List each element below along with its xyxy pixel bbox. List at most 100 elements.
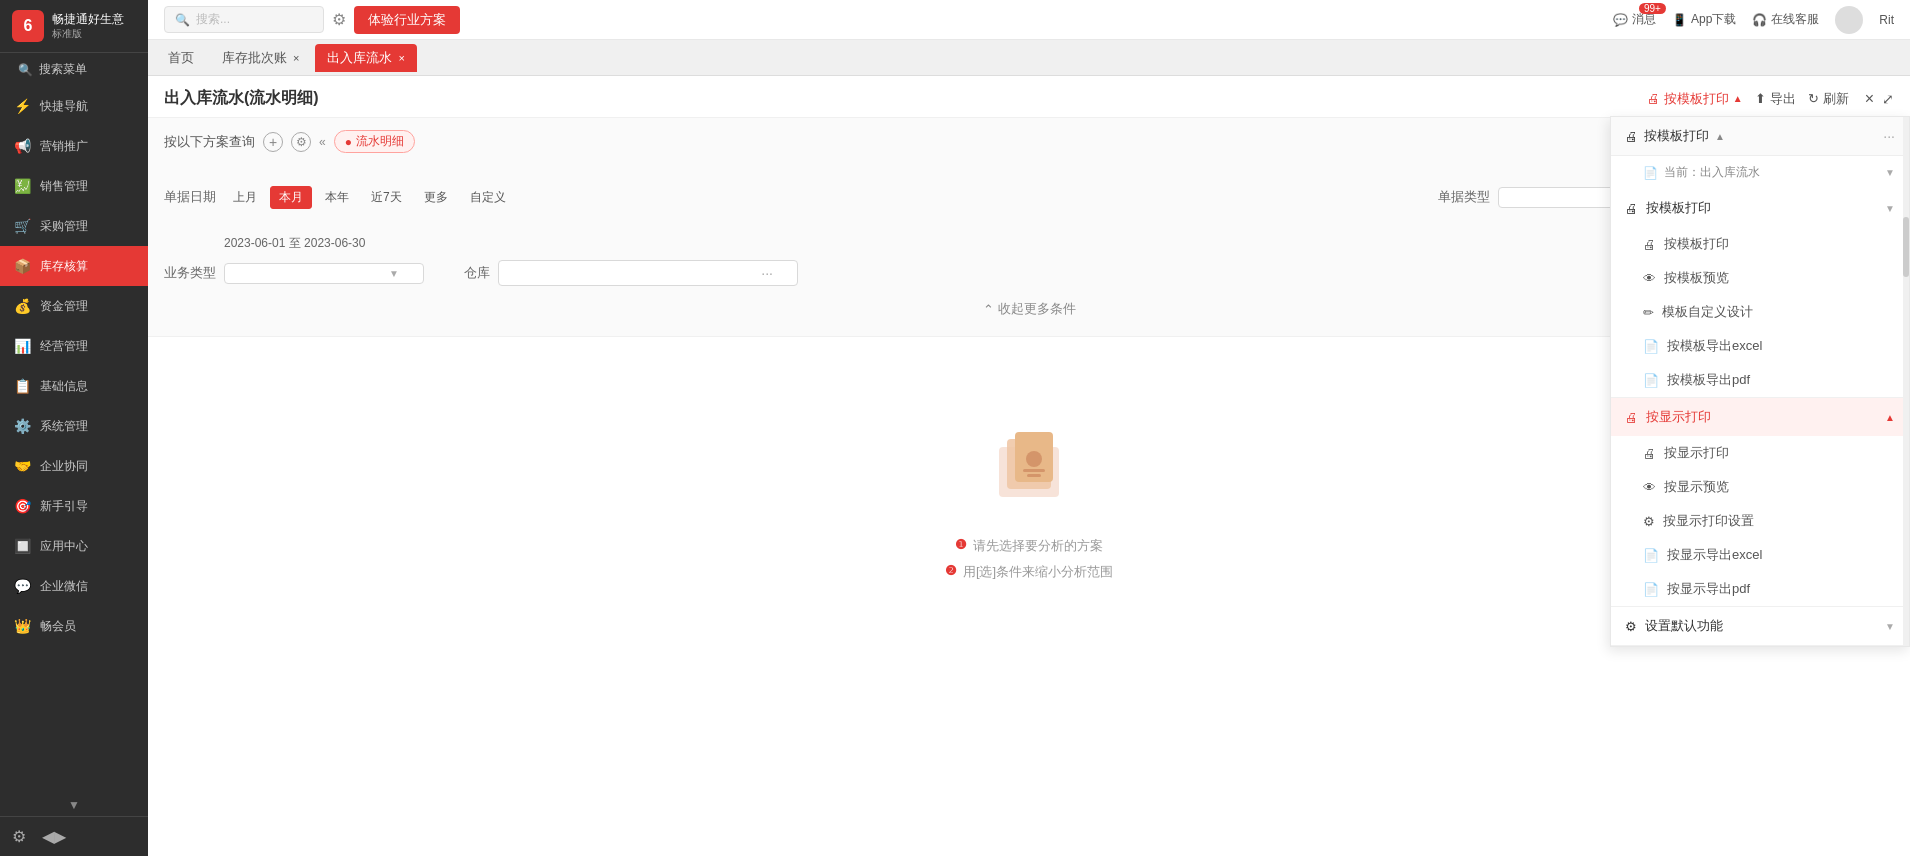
- sidebar-item-wechat[interactable]: 💬 企业微信: [0, 566, 148, 606]
- sidebar-nav: ⚡ 快捷导航 📢 营销推广 💹 销售管理 🛒 采购管理 📦 库存核算 💰 资金管…: [0, 86, 148, 794]
- username-label: Rit: [1879, 13, 1894, 27]
- wechat-icon: 💬: [12, 576, 32, 596]
- panel-display-export-pdf[interactable]: 📄 按显示导出pdf: [1611, 572, 1909, 606]
- sidebar-item-operation[interactable]: 📊 经营管理: [0, 326, 148, 366]
- topbar-search[interactable]: 🔍 搜索...: [164, 6, 324, 33]
- tabs-bar: 首页 库存批次账 × 出入库流水 ×: [148, 40, 1910, 76]
- print-expand-icon: ▲: [1733, 93, 1743, 104]
- panel-item-excel-icon: 📄: [1643, 339, 1659, 354]
- panel-default-arrow: ▼: [1885, 621, 1895, 632]
- panel-template-custom[interactable]: ✏ 模板自定义设计: [1611, 295, 1909, 329]
- fold-icon[interactable]: ◀▶: [42, 827, 66, 846]
- panel-scrollbar-thumb[interactable]: [1903, 217, 1909, 277]
- panel-template-export-excel[interactable]: 📄 按模板导出excel: [1611, 329, 1909, 363]
- filter-date-item: 单据日期 上月 本月 本年 近7天 更多 自定义: [164, 186, 515, 209]
- avatar[interactable]: [1835, 6, 1863, 34]
- biz-type-label: 业务类型: [164, 264, 216, 282]
- printer-icon: 🖨: [1647, 91, 1660, 106]
- panel-display-excel-icon: 📄: [1643, 548, 1659, 563]
- filter-collapse-button[interactable]: «: [319, 135, 326, 149]
- marketing-icon: 📢: [12, 136, 32, 156]
- panel-template-export-pdf[interactable]: 📄 按模板导出pdf: [1611, 363, 1909, 397]
- filter-add-button[interactable]: +: [263, 132, 283, 152]
- search-icon: 🔍: [18, 63, 33, 77]
- sidebar-item-inventory[interactable]: 📦 库存核算: [0, 246, 148, 286]
- sidebar-item-appstore[interactable]: 🔲 应用中心: [0, 526, 148, 566]
- refresh-btn[interactable]: ↻ 刷新: [1808, 90, 1849, 108]
- panel-section-display-header[interactable]: 🖨 按显示打印 ▲: [1611, 398, 1909, 436]
- panel-template-print-action[interactable]: 🖨 按模板打印: [1611, 227, 1909, 261]
- sidebar-scroll-down[interactable]: ▼: [0, 794, 148, 816]
- finance-icon: 💰: [12, 296, 32, 316]
- tab-home[interactable]: 首页: [156, 44, 206, 72]
- panel-display-eye-icon: 👁: [1643, 480, 1656, 495]
- sidebar-item-collab[interactable]: 🤝 企业协同: [0, 446, 148, 486]
- panel-options-icon[interactable]: ···: [1883, 128, 1895, 144]
- sidebar-item-vip[interactable]: 👑 畅会员: [0, 606, 148, 646]
- empty-illustration: [979, 417, 1079, 517]
- date-btn-custom[interactable]: 自定义: [461, 186, 515, 209]
- export-btn[interactable]: ⬆ 导出: [1755, 90, 1796, 108]
- tab-flow[interactable]: 出入库流水 ×: [315, 44, 416, 72]
- topbar: 🔍 搜索... ⚙ 体验行业方案 💬 消息 99+ 📱 App下载 🎧 在线客服…: [148, 0, 1910, 40]
- panel-display-print-settings[interactable]: ⚙ 按显示打印设置: [1611, 504, 1909, 538]
- app-download-btn[interactable]: 📱 App下载: [1672, 11, 1736, 28]
- purchase-icon: 🛒: [12, 216, 32, 236]
- industry-solution-button[interactable]: 体验行业方案: [354, 6, 460, 34]
- sales-icon: 💹: [12, 176, 32, 196]
- panel-display-export-excel[interactable]: 📄 按显示导出excel: [1611, 538, 1909, 572]
- panel-default-icon: ⚙: [1625, 619, 1637, 634]
- sidebar: 6 畅捷通好生意 标准版 🔍 搜索菜单 ⚡ 快捷导航 📢 营销推广 💹 销售管理…: [0, 0, 148, 856]
- tab-flow-close[interactable]: ×: [398, 52, 404, 64]
- biz-type-select[interactable]: ▼: [224, 263, 424, 284]
- app-logo-icon: 6: [12, 10, 44, 42]
- sidebar-item-quick-nav[interactable]: ⚡ 快捷导航: [0, 86, 148, 126]
- tab-batch-close[interactable]: ×: [293, 52, 299, 64]
- sidebar-item-finance[interactable]: 💰 资金管理: [0, 286, 148, 326]
- date-btn-more[interactable]: 更多: [415, 186, 457, 209]
- date-btn-this-month[interactable]: 本月: [270, 186, 312, 209]
- empty-hint-2: ❷ 用[选]条件来缩小分析范围: [945, 563, 1113, 581]
- sidebar-item-guide[interactable]: 🎯 新手引导: [0, 486, 148, 526]
- panel-section-default-header[interactable]: ⚙ 设置默认功能 ▼: [1611, 607, 1909, 645]
- settings-icon[interactable]: ⚙: [12, 827, 26, 846]
- vip-icon: 👑: [12, 616, 32, 636]
- warehouse-more-icon[interactable]: ···: [761, 265, 773, 281]
- topbar-left: 🔍 搜索... ⚙ 体验行业方案: [164, 6, 1601, 34]
- basic-icon: 📋: [12, 376, 32, 396]
- panel-item-eye-icon: 👁: [1643, 271, 1656, 286]
- print-template-btn[interactable]: 🖨 按模板打印 ▲: [1647, 90, 1743, 108]
- sidebar-item-marketing[interactable]: 📢 营销推广: [0, 126, 148, 166]
- sidebar-item-system[interactable]: ⚙️ 系统管理: [0, 406, 148, 446]
- panel-display-preview[interactable]: 👁 按显示预览: [1611, 470, 1909, 504]
- date-btn-last-7[interactable]: 近7天: [362, 186, 411, 209]
- message-btn[interactable]: 💬 消息 99+: [1613, 11, 1656, 28]
- panel-scrollbar[interactable]: [1903, 117, 1909, 646]
- panel-item-edit-icon: ✏: [1643, 305, 1654, 320]
- panel-display-print-action[interactable]: 🖨 按显示打印: [1611, 436, 1909, 470]
- online-service-btn[interactable]: 🎧 在线客服: [1752, 11, 1819, 28]
- window-maximize-btn[interactable]: ⤢: [1882, 91, 1894, 107]
- biz-type-arrow-icon: ▼: [389, 268, 399, 279]
- filter-header-label: 按以下方案查询: [164, 133, 255, 151]
- warehouse-select[interactable]: ···: [498, 260, 798, 286]
- sidebar-item-sales[interactable]: 💹 销售管理: [0, 166, 148, 206]
- panel-printer-icon: 🖨: [1625, 129, 1638, 144]
- panel-template-preview[interactable]: 👁 按模板预览: [1611, 261, 1909, 295]
- panel-section-template-header[interactable]: 🖨 按模板打印 ▼: [1611, 189, 1909, 227]
- panel-section-display: 🖨 按显示打印 ▲ 🖨 按显示打印 👁 按显示预览 ⚙ 按显示打印设置: [1611, 398, 1909, 607]
- date-btn-last-month[interactable]: 上月: [224, 186, 266, 209]
- quick-nav-icon: ⚡: [12, 96, 32, 116]
- filter-settings-button[interactable]: ⚙: [291, 132, 311, 152]
- sidebar-item-purchase[interactable]: 🛒 采购管理: [0, 206, 148, 246]
- tab-batch[interactable]: 库存批次账 ×: [210, 44, 311, 72]
- sidebar-item-basic[interactable]: 📋 基础信息: [0, 366, 148, 406]
- page-actions: 🖨 按模板打印 ▲ ⬆ 导出 ↻ 刷新: [1647, 90, 1849, 108]
- panel-current-arrow: ▼: [1885, 167, 1895, 178]
- panel-display-title: 🖨 按显示打印: [1625, 408, 1711, 426]
- window-close-btn[interactable]: ×: [1865, 90, 1874, 108]
- date-btn-this-year[interactable]: 本年: [316, 186, 358, 209]
- sidebar-search-btn[interactable]: 🔍 搜索菜单: [0, 53, 148, 86]
- topbar-settings-icon[interactable]: ⚙: [332, 10, 346, 29]
- topbar-search-icon: 🔍: [175, 13, 190, 27]
